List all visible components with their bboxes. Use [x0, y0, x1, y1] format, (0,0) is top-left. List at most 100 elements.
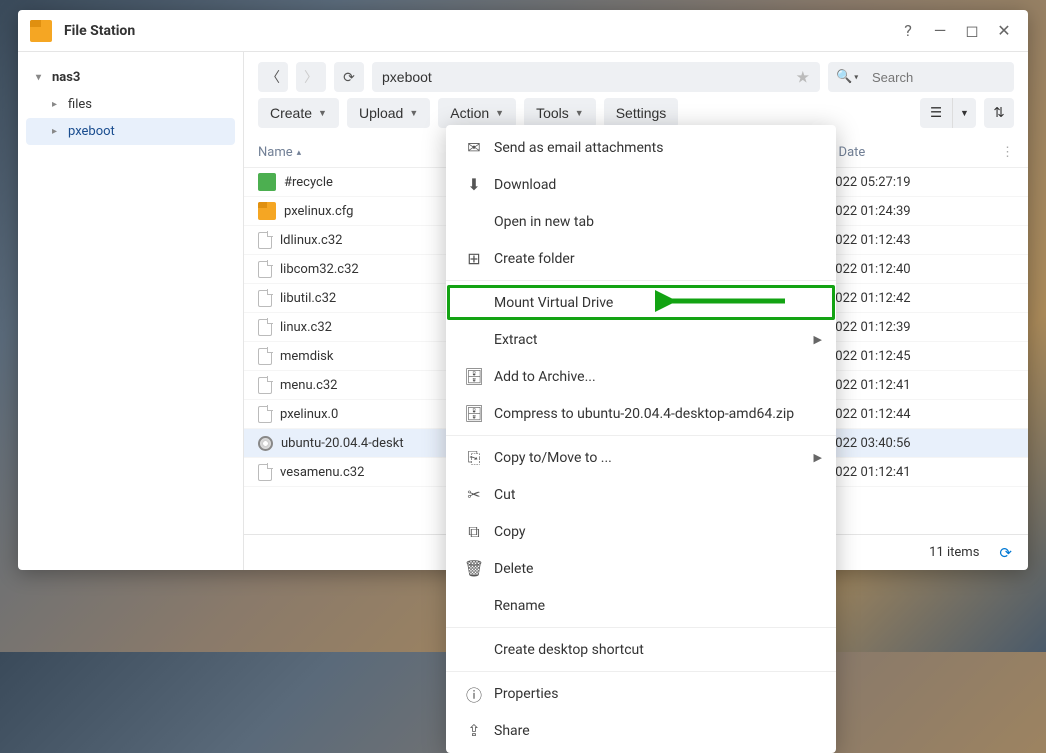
titlebar: File Station ? — ◻ ✕: [18, 10, 1028, 52]
ctx-cut[interactable]: ✂ Cut: [446, 476, 836, 513]
ctx-label: Mount Virtual Drive: [494, 295, 613, 311]
ctx-label: Open in new tab: [494, 214, 594, 230]
submenu-arrow-icon: ▶: [814, 451, 822, 464]
ctx-create-folder[interactable]: ⊞ Create folder: [446, 240, 836, 277]
ctx-label: Create folder: [494, 251, 575, 267]
file-date: 2022 01:12:45: [828, 349, 1014, 364]
context-menu: ✉ Send as email attachments ⬇Download Open …: [446, 125, 836, 753]
file-date: 2022 03:40:56: [828, 436, 1014, 451]
archive-icon: 🗄: [464, 404, 484, 424]
help-button[interactable]: ?: [896, 19, 920, 43]
maximize-button[interactable]: ◻: [960, 19, 984, 43]
ctx-separator: [446, 627, 836, 628]
sidebar-item-label: files: [68, 97, 92, 112]
tree-root[interactable]: ▾ nas3: [26, 64, 235, 91]
ctx-properties[interactable]: ⓘProperties: [446, 675, 836, 712]
search-icon: 🔍▾: [836, 70, 858, 85]
list-view-button[interactable]: ☰: [920, 98, 952, 128]
ctx-rename[interactable]: Rename: [446, 587, 836, 624]
caret-right-icon: ▸: [52, 99, 64, 110]
folder-plus-icon: ⊞: [464, 249, 484, 269]
file-icon: [258, 290, 272, 307]
file-date: 2022 05:27:19: [828, 175, 1014, 190]
blank-icon: [464, 293, 484, 313]
file-date: 2022 01:12:41: [828, 378, 1014, 393]
tree-root-label: nas3: [52, 70, 80, 85]
file-date: 2022 01:12:41: [828, 465, 1014, 480]
ctx-extract[interactable]: Extract ▶: [446, 321, 836, 358]
status-refresh-icon[interactable]: ⟳: [999, 544, 1012, 562]
file-date: 2022 01:12:39: [828, 320, 1014, 335]
ctx-separator: [446, 671, 836, 672]
action-button[interactable]: Action▼: [438, 98, 516, 128]
nav-row: 〈 〉 ⟳ ★ 🔍▾: [244, 52, 1028, 98]
ctx-send-as-email-attachments[interactable]: ✉ Send as email attachments: [446, 129, 836, 166]
sidebar: ▾ nas3 ▸ files ▸pxeboot: [18, 52, 244, 570]
ctx-add-to-archive[interactable]: 🗄 Add to Archive...: [446, 358, 836, 395]
ctx-label: Download: [494, 177, 556, 193]
cut-icon: ✂: [464, 485, 484, 505]
ctx-label: Send as email attachments: [494, 140, 663, 156]
ctx-separator: [446, 435, 836, 436]
file-icon: [258, 319, 272, 336]
ctx-label: Copy to/Move to ...: [494, 450, 612, 466]
submenu-arrow-icon: ▶: [814, 333, 822, 346]
mail-icon: ✉: [464, 138, 484, 158]
ctx-label: Cut: [494, 487, 515, 503]
sidebar-item-files[interactable]: ▸ files: [26, 91, 235, 118]
sidebar-item-pxeboot[interactable]: ▸pxeboot: [26, 118, 235, 145]
archive-add-icon: 🗄: [464, 367, 484, 387]
copy-icon: ⎘: [464, 448, 484, 468]
ctx-label: Delete: [494, 561, 533, 577]
file-date: 2022 01:12:40: [828, 262, 1014, 277]
ctx-copy[interactable]: ⧉ Copy: [446, 513, 836, 550]
sort-asc-icon: ▴: [297, 148, 302, 158]
file-icon: [258, 406, 272, 423]
file-icon: [258, 464, 272, 481]
close-button[interactable]: ✕: [992, 19, 1016, 43]
path-input[interactable]: [372, 62, 820, 92]
copy2-icon: ⧉: [464, 522, 484, 542]
list-view-dropdown[interactable]: ▼: [952, 98, 976, 128]
refresh-button[interactable]: ⟳: [334, 62, 364, 92]
ctx-download[interactable]: ⬇Download: [446, 166, 836, 203]
col-modified[interactable]: d Date: [828, 145, 998, 160]
upload-button[interactable]: Upload▼: [347, 98, 430, 128]
app-icon: [30, 20, 52, 42]
file-date: 2022 01:12:42: [828, 291, 1014, 306]
ctx-delete[interactable]: 🗑 Delete: [446, 550, 836, 587]
minimize-button[interactable]: —: [928, 19, 952, 43]
ctx-label: Add to Archive...: [494, 369, 596, 385]
share-icon: ⇪: [464, 721, 484, 741]
blank-icon: [464, 330, 484, 350]
ctx-share[interactable]: ⇪ Share: [446, 712, 836, 749]
tools-button[interactable]: Tools▼: [524, 98, 596, 128]
trash-icon: 🗑: [464, 559, 484, 579]
folder-icon: [258, 202, 276, 220]
ctx-open-in-new-tab[interactable]: Open in new tab: [446, 203, 836, 240]
ctx-compress-to-ubuntu-20-04-4-desktop-amd64-zip[interactable]: 🗄 Compress to ubuntu-20.04.4-desktop-amd6…: [446, 395, 836, 432]
sort-button[interactable]: ⇅: [984, 98, 1014, 128]
ctx-copy-to-move-to[interactable]: ⎘ Copy to/Move to ... ▶: [446, 439, 836, 476]
ctx-label: Share: [494, 723, 530, 739]
ctx-label: Copy: [494, 524, 526, 540]
back-button[interactable]: 〈: [258, 62, 288, 92]
app-title: File Station: [64, 23, 888, 39]
ctx-label: Create desktop shortcut: [494, 642, 644, 658]
file-date: 2022 01:24:39: [828, 204, 1014, 219]
settings-button[interactable]: Settings: [604, 98, 679, 128]
file-icon: [258, 348, 272, 365]
info-icon: ⓘ: [464, 684, 484, 704]
ctx-create-desktop-shortcut[interactable]: Create desktop shortcut: [446, 631, 836, 668]
item-count: 11 items: [929, 545, 979, 560]
forward-button[interactable]: 〉: [296, 62, 326, 92]
blank-icon: [464, 640, 484, 660]
ctx-label: Extract: [494, 332, 537, 348]
col-menu-icon[interactable]: ⋮: [998, 145, 1014, 160]
create-button[interactable]: Create▼: [258, 98, 339, 128]
favorite-icon[interactable]: ★: [796, 68, 810, 87]
file-date: 2022 01:12:44: [828, 407, 1014, 422]
iso-icon: [258, 436, 273, 451]
ctx-label: Compress to ubuntu-20.04.4-desktop-amd64…: [494, 406, 794, 422]
file-icon: [258, 377, 272, 394]
